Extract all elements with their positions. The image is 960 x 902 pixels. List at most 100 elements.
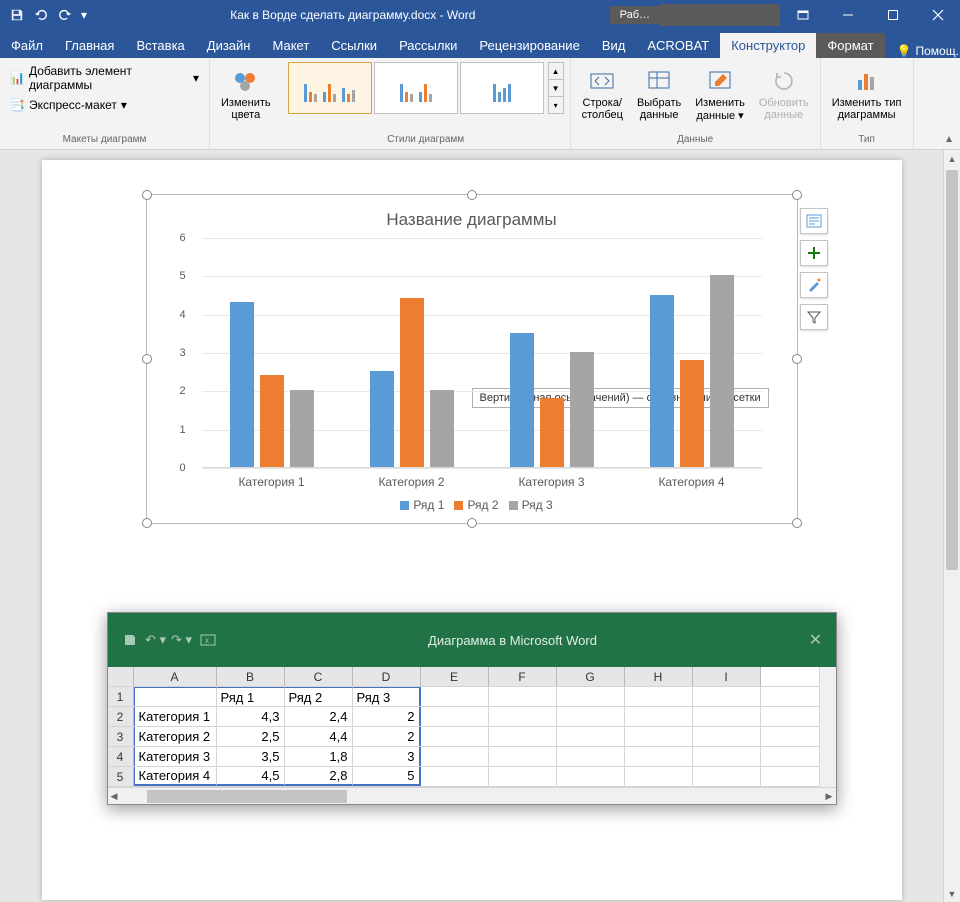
add-chart-element-button[interactable]: 📊 Добавить элемент диаграммы▾ (6, 62, 203, 94)
chart-styles-gallery[interactable] (288, 62, 544, 114)
cell[interactable]: Категория 3 (134, 747, 217, 766)
chart-elements-button[interactable] (800, 240, 828, 266)
resize-handle[interactable] (467, 190, 477, 200)
bar[interactable] (230, 302, 254, 467)
tab-acrobat[interactable]: ACROBAT (636, 33, 720, 58)
layout-options-button[interactable] (800, 208, 828, 234)
bar[interactable] (430, 390, 454, 467)
col-header[interactable]: C (285, 667, 353, 686)
row-header[interactable]: 4 (108, 747, 134, 766)
resize-handle[interactable] (142, 518, 152, 528)
cell[interactable] (693, 727, 761, 746)
excel-vscroll[interactable] (819, 667, 836, 787)
hscroll-left-icon[interactable]: ◀ (108, 791, 121, 802)
bar[interactable] (510, 333, 534, 467)
cell[interactable] (693, 767, 761, 786)
bar[interactable] (680, 360, 704, 467)
cell[interactable]: 3 (353, 747, 421, 766)
cell[interactable] (693, 687, 761, 706)
chart-object[interactable]: Название диаграммы Вертикальная ось (зна… (162, 200, 782, 518)
cell[interactable] (557, 767, 625, 786)
col-header[interactable]: D (353, 667, 421, 686)
excel-undo-icon[interactable]: ↶ ▾ (144, 628, 168, 652)
change-chart-type-button[interactable]: Изменить типдиаграммы (827, 62, 907, 124)
cell[interactable] (693, 707, 761, 726)
redo-icon[interactable] (54, 4, 76, 26)
gallery-up-icon[interactable]: ▲ (549, 63, 563, 79)
style-thumb-1[interactable] (288, 62, 372, 114)
excel-hscroll[interactable]: ◀ ▶ (108, 787, 836, 804)
cell[interactable]: 4,5 (217, 767, 285, 786)
tab-home[interactable]: Главная (54, 33, 125, 58)
tab-references[interactable]: Ссылки (320, 33, 388, 58)
excel-data-window[interactable]: ↶ ▾ ↷ ▾ x Диаграмма в Microsoft Word ✕ A… (107, 612, 837, 805)
change-colors-button[interactable]: Изменить цвета (216, 62, 276, 124)
select-all-cell[interactable] (108, 667, 134, 686)
ribbon-display-icon[interactable] (780, 0, 825, 30)
resize-handle[interactable] (792, 354, 802, 364)
bar[interactable] (540, 398, 564, 467)
cell[interactable] (421, 707, 489, 726)
refresh-data-button[interactable]: Обновитьданные (754, 62, 814, 124)
bar[interactable] (400, 298, 424, 467)
resize-handle[interactable] (142, 354, 152, 364)
cell[interactable]: Ряд 3 (353, 687, 421, 706)
cell[interactable] (557, 707, 625, 726)
col-header[interactable]: I (693, 667, 761, 686)
cell[interactable] (557, 747, 625, 766)
row-header[interactable]: 2 (108, 707, 134, 726)
row-header[interactable]: 1 (108, 687, 134, 706)
cell[interactable] (421, 747, 489, 766)
scroll-down-icon[interactable]: ▼ (944, 885, 960, 902)
bar[interactable] (570, 352, 594, 467)
select-data-button[interactable]: Выбратьданные (632, 62, 686, 124)
qat-dropdown-icon[interactable]: ▾ (78, 4, 90, 26)
cell[interactable]: 2,8 (285, 767, 353, 786)
row-header[interactable]: 5 (108, 767, 134, 786)
chart-plot-area[interactable]: Вертикальная ось (значений) — основные л… (202, 238, 762, 468)
cell[interactable] (625, 747, 693, 766)
col-header[interactable]: H (625, 667, 693, 686)
cell[interactable]: 2,4 (285, 707, 353, 726)
cell[interactable] (489, 747, 557, 766)
resize-handle[interactable] (792, 190, 802, 200)
cell[interactable]: 1,8 (285, 747, 353, 766)
col-header[interactable]: E (421, 667, 489, 686)
bar[interactable] (290, 390, 314, 467)
cell[interactable]: Категория 4 (134, 767, 217, 786)
tab-insert[interactable]: Вставка (125, 33, 195, 58)
gallery-more-icon[interactable]: ▾ (549, 96, 563, 113)
cell[interactable] (625, 707, 693, 726)
bar[interactable] (650, 295, 674, 468)
cell[interactable]: Категория 1 (134, 707, 217, 726)
cell[interactable] (489, 727, 557, 746)
cell[interactable]: 5 (353, 767, 421, 786)
style-thumb-2[interactable] (374, 62, 458, 114)
tab-format[interactable]: Формат (816, 33, 884, 58)
excel-close-icon[interactable]: ✕ (796, 613, 836, 667)
cell[interactable] (625, 727, 693, 746)
bar[interactable] (370, 371, 394, 467)
tell-me[interactable]: 💡 Помощ... (885, 44, 960, 58)
cell[interactable]: 3,5 (217, 747, 285, 766)
chart-styles-button[interactable] (800, 272, 828, 298)
cell[interactable]: 4,4 (285, 727, 353, 746)
cell[interactable]: 2,5 (217, 727, 285, 746)
bar[interactable] (710, 275, 734, 467)
tab-design[interactable]: Дизайн (196, 33, 262, 58)
maximize-icon[interactable] (870, 0, 915, 30)
excel-redo-icon[interactable]: ↷ ▾ (170, 628, 194, 652)
cell[interactable]: 4,3 (217, 707, 285, 726)
row-header[interactable]: 3 (108, 727, 134, 746)
undo-icon[interactable] (30, 4, 52, 26)
tab-review[interactable]: Рецензирование (468, 33, 590, 58)
tab-constructor[interactable]: Конструктор (720, 33, 816, 58)
cell[interactable] (421, 727, 489, 746)
hscroll-right-icon[interactable]: ▶ (823, 791, 836, 802)
chart-filters-button[interactable] (800, 304, 828, 330)
scroll-thumb[interactable] (946, 170, 958, 570)
cell[interactable] (625, 767, 693, 786)
cell[interactable]: Ряд 2 (285, 687, 353, 706)
cell[interactable] (421, 767, 489, 786)
col-header[interactable]: A (134, 667, 217, 686)
